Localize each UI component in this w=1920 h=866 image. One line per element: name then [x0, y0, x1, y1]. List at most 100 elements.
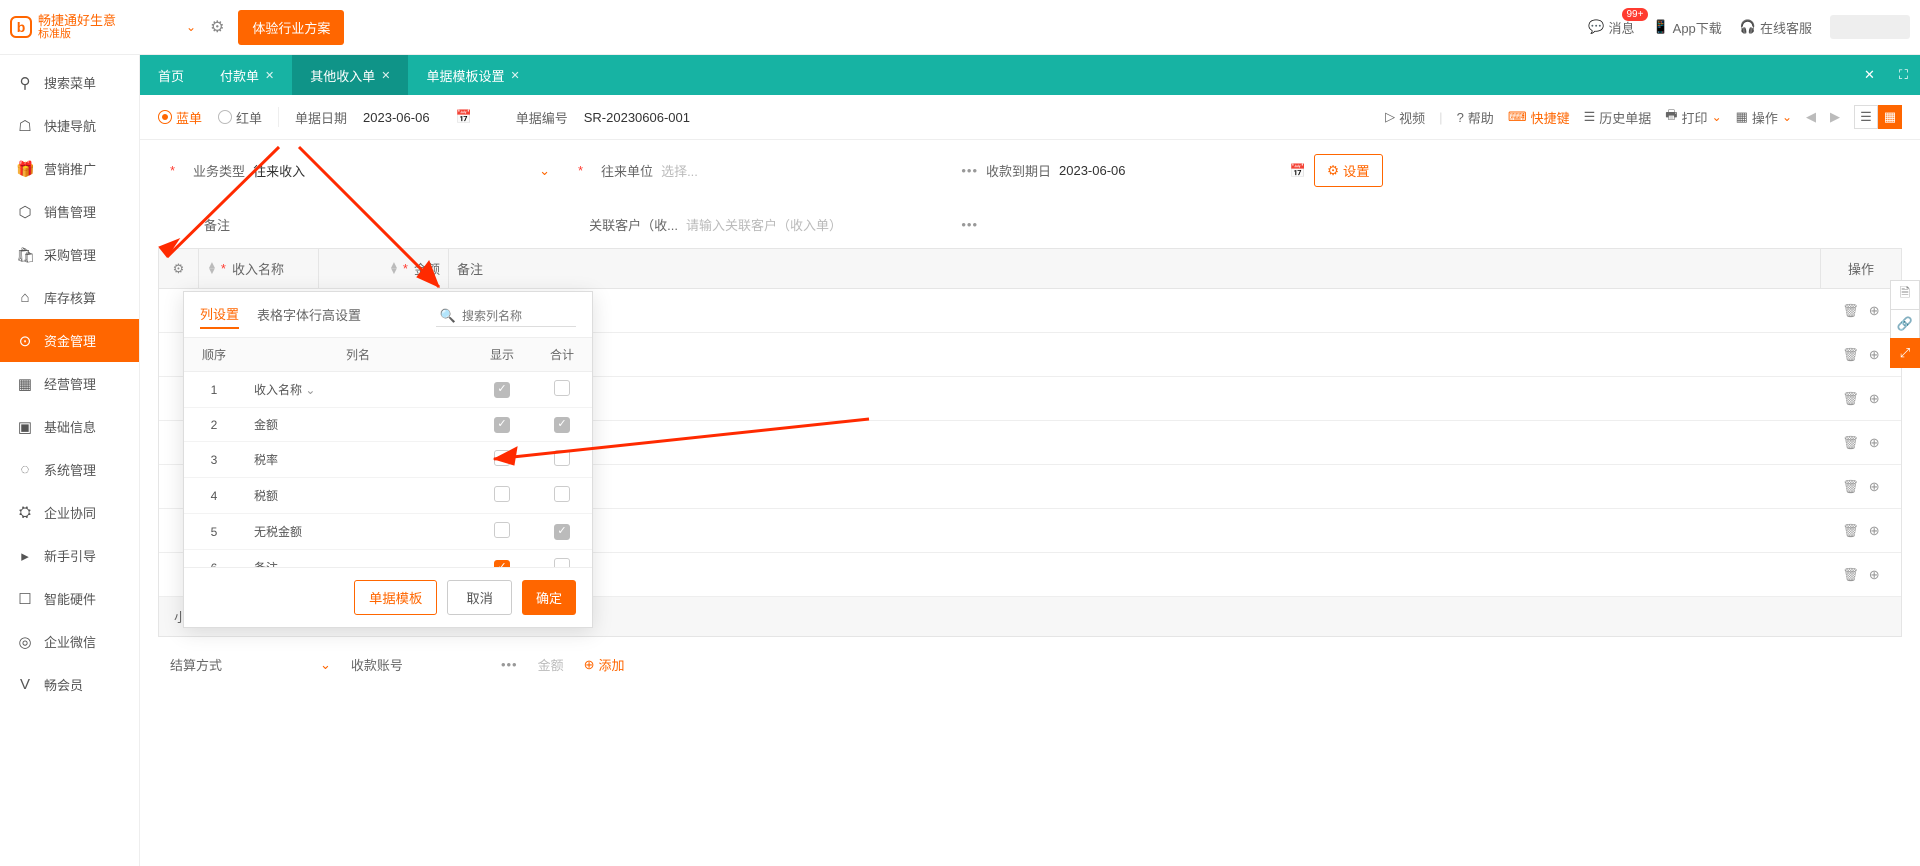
- float-expand-icon[interactable]: ⤢: [1890, 338, 1920, 368]
- video-button[interactable]: ▷视频: [1385, 108, 1425, 127]
- cancel-button[interactable]: 取消: [447, 580, 512, 615]
- checkbox[interactable]: [554, 450, 570, 466]
- unit-input[interactable]: 选择...: [661, 161, 953, 180]
- trial-button[interactable]: 体验行业方案: [238, 10, 344, 45]
- checkbox[interactable]: ✓: [494, 560, 510, 567]
- user-avatar[interactable]: [1830, 15, 1910, 39]
- template-button[interactable]: 单据模板: [354, 580, 437, 615]
- sidebar-item-0[interactable]: ⚲搜索菜单: [0, 61, 139, 104]
- app-download-button[interactable]: 📱 App下载: [1652, 18, 1721, 37]
- messages-button[interactable]: 💬 消息: [1588, 18, 1634, 37]
- add-row-icon[interactable]: ⊕: [1869, 347, 1880, 363]
- sidebar-item-1[interactable]: ☖快捷导航: [0, 104, 139, 147]
- close-icon[interactable]: ✕: [381, 69, 390, 82]
- tab-2[interactable]: 其他收入单✕: [292, 55, 408, 95]
- sidebar-item-4[interactable]: 🛍采购管理: [0, 233, 139, 276]
- delete-icon[interactable]: 🗑: [1842, 303, 1859, 319]
- close-icon[interactable]: ✕: [511, 69, 520, 82]
- add-row-icon[interactable]: ⊕: [1869, 435, 1880, 451]
- confirm-button[interactable]: 确定: [522, 580, 576, 615]
- checkbox[interactable]: ✓: [554, 524, 570, 540]
- tab-0[interactable]: 首页: [140, 55, 202, 95]
- chevron-down-icon[interactable]: ⌄: [320, 657, 331, 673]
- add-row-icon[interactable]: ⊕: [1869, 523, 1880, 539]
- delete-icon[interactable]: 🗑: [1842, 567, 1859, 583]
- online-service-button[interactable]: 🎧 在线客服: [1740, 18, 1812, 37]
- gear-icon[interactable]: ⚙: [210, 17, 224, 37]
- popup-search-input[interactable]: [462, 309, 572, 323]
- view-list[interactable]: ☰: [1854, 105, 1878, 129]
- checkbox[interactable]: ✓: [494, 417, 510, 433]
- sidebar: ⚲搜索菜单☖快捷导航🎁营销推广⬡销售管理🛍采购管理⌂库存核算⊙资金管理▦经营管理…: [0, 55, 140, 866]
- next-icon[interactable]: ▶: [1830, 109, 1840, 125]
- chat-icon: 💬: [1588, 19, 1604, 35]
- calendar-icon[interactable]: 📅: [456, 109, 472, 125]
- popup-search[interactable]: 🔍: [436, 306, 576, 327]
- biztype-value[interactable]: 往来收入: [253, 161, 531, 180]
- prev-icon[interactable]: ◀: [1806, 109, 1816, 125]
- help-button[interactable]: ?帮助: [1457, 108, 1494, 127]
- sidebar-item-10[interactable]: ⛭企业协同: [0, 491, 139, 534]
- close-icon[interactable]: ✕: [265, 69, 274, 82]
- popup-tab-font[interactable]: 表格字体行高设置: [257, 305, 361, 328]
- settings-button[interactable]: ⚙ 设置: [1314, 154, 1383, 187]
- sidebar-item-2[interactable]: 🎁营销推广: [0, 147, 139, 190]
- delete-icon[interactable]: 🗑: [1842, 347, 1859, 363]
- chevron-down-icon[interactable]: ⌄: [539, 163, 550, 179]
- add-row-icon[interactable]: ⊕: [1869, 391, 1880, 407]
- popup-tab-columns[interactable]: 列设置: [200, 304, 239, 329]
- history-button[interactable]: ☰历史单据: [1584, 108, 1652, 127]
- print-button[interactable]: 🖶打印⌄: [1665, 106, 1721, 128]
- sidebar-item-7[interactable]: ▦经营管理: [0, 362, 139, 405]
- sidebar-item-14[interactable]: V畅会员: [0, 663, 139, 706]
- add-row-icon[interactable]: ⊕: [1869, 479, 1880, 495]
- sidebar-item-8[interactable]: ▣基础信息: [0, 405, 139, 448]
- tab-1[interactable]: 付款单✕: [202, 55, 292, 95]
- shortcut-button[interactable]: ⌨快捷键: [1508, 108, 1570, 127]
- checkbox[interactable]: [494, 450, 510, 466]
- checkbox[interactable]: [494, 486, 510, 502]
- doc-no-value: SR-20230606-001: [584, 110, 690, 125]
- add-button[interactable]: ⊕ 添加: [584, 655, 625, 674]
- ellipsis-icon[interactable]: •••: [501, 657, 518, 672]
- float-link-icon[interactable]: 🔗: [1890, 309, 1920, 339]
- due-value[interactable]: 2023-06-06: [1059, 163, 1282, 178]
- checkbox[interactable]: [554, 380, 570, 396]
- sidebar-item-5[interactable]: ⌂库存核算: [0, 276, 139, 319]
- delete-icon[interactable]: 🗑: [1842, 479, 1859, 495]
- radio-red[interactable]: 红单: [218, 108, 262, 127]
- col-amount[interactable]: ▲▼ *金额: [319, 249, 449, 288]
- calendar-icon[interactable]: 📅: [1290, 163, 1306, 179]
- sidebar-item-11[interactable]: ▸新手引导: [0, 534, 139, 577]
- sidebar-item-9[interactable]: ◌系统管理: [0, 448, 139, 491]
- doc-date-value[interactable]: 2023-06-06: [363, 110, 430, 125]
- column-settings-gear[interactable]: ⚙: [159, 249, 199, 288]
- tab-close-all[interactable]: ✕: [1852, 55, 1887, 95]
- sidebar-item-6[interactable]: ⊙资金管理: [0, 319, 139, 362]
- add-row-icon[interactable]: ⊕: [1869, 567, 1880, 583]
- checkbox[interactable]: [494, 522, 510, 538]
- sidebar-item-13[interactable]: ◎企业微信: [0, 620, 139, 663]
- delete-icon[interactable]: 🗑: [1842, 523, 1859, 539]
- ellipsis-icon[interactable]: •••: [961, 217, 978, 232]
- float-note-icon[interactable]: 🗎: [1890, 280, 1920, 310]
- delete-icon[interactable]: 🗑: [1842, 391, 1859, 407]
- ellipsis-icon[interactable]: •••: [961, 163, 978, 178]
- col-income[interactable]: ▲▼ *收入名称: [199, 249, 319, 288]
- checkbox[interactable]: ✓: [494, 382, 510, 398]
- checkbox[interactable]: [554, 486, 570, 502]
- company-selector[interactable]: ⌄: [180, 20, 196, 34]
- tab-3[interactable]: 单据模板设置✕: [408, 55, 537, 95]
- delete-icon[interactable]: 🗑: [1842, 435, 1859, 451]
- sidebar-item-12[interactable]: ☐智能硬件: [0, 577, 139, 620]
- radio-blue[interactable]: 蓝单: [158, 108, 202, 127]
- sidebar-item-3[interactable]: ⬡销售管理: [0, 190, 139, 233]
- checkbox[interactable]: ✓: [554, 417, 570, 433]
- relcust-input[interactable]: 请输入关联客户（收入单）: [686, 215, 953, 234]
- tab-fullscreen[interactable]: ⛶: [1887, 55, 1920, 95]
- add-row-icon[interactable]: ⊕: [1869, 303, 1880, 319]
- view-card[interactable]: ▦: [1878, 105, 1902, 129]
- chevron-down-icon[interactable]: ⌄: [305, 383, 315, 397]
- checkbox[interactable]: [554, 558, 570, 567]
- operate-button[interactable]: ▦操作⌄: [1736, 108, 1792, 127]
